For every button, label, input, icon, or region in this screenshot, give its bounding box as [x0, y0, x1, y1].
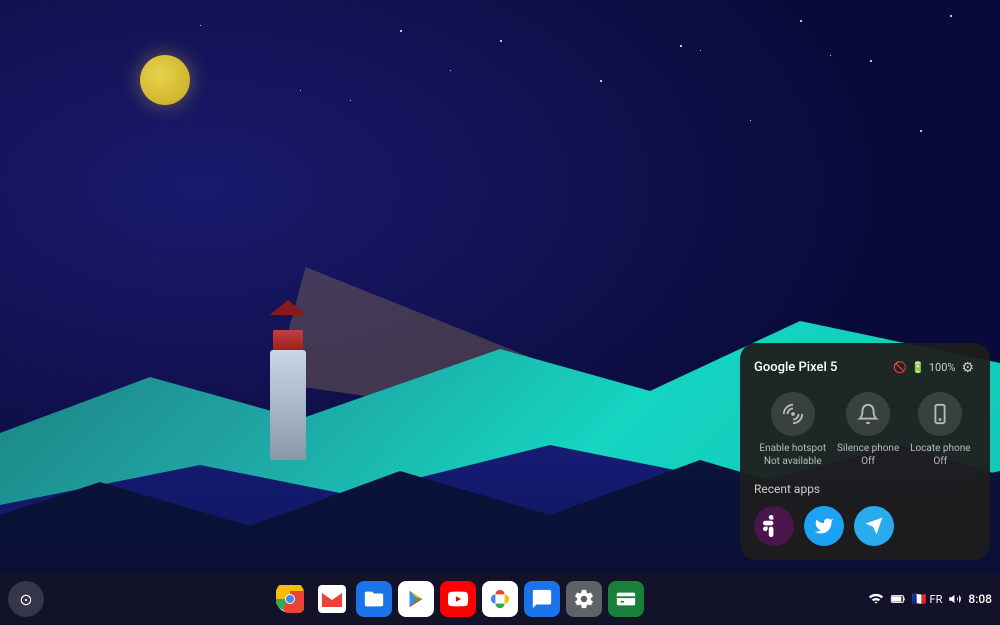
tray-wifi[interactable]	[868, 591, 884, 607]
recent-apps-label: Recent apps	[754, 482, 976, 496]
recent-app-slack[interactable]	[754, 506, 794, 546]
battery-percent: 100%	[929, 361, 956, 374]
silence-icon	[846, 392, 890, 436]
tray-language[interactable]: 🇫🇷 FR	[912, 592, 943, 606]
hotspot-icon	[771, 392, 815, 436]
tray-flag: 🇫🇷	[912, 592, 927, 606]
locate-icon	[918, 392, 962, 436]
launcher-button[interactable]: ⊙	[8, 581, 44, 617]
lighthouse	[270, 315, 306, 460]
hotspot-label: Enable hotspot Not available	[759, 442, 826, 468]
hotspot-action[interactable]: Enable hotspot Not available	[759, 392, 826, 468]
quick-actions: Enable hotspot Not available Silence pho…	[754, 392, 976, 468]
recent-app-telegram[interactable]	[854, 506, 894, 546]
wifi-icon	[868, 591, 884, 607]
tray-volume[interactable]	[948, 592, 962, 606]
recent-app-twitter[interactable]	[804, 506, 844, 546]
silence-action[interactable]: Silence phone Off	[837, 392, 899, 468]
tray-battery[interactable]	[890, 591, 906, 607]
taskbar-app-photos[interactable]	[482, 581, 518, 617]
locate-action[interactable]: Locate phone Off	[910, 392, 970, 468]
locate-label: Locate phone Off	[910, 442, 970, 468]
taskbar-app-youtube[interactable]	[440, 581, 476, 617]
taskbar: ⊙	[0, 573, 1000, 625]
device-name: Google Pixel 5	[754, 360, 837, 375]
battery-icon: 🔋	[911, 361, 925, 374]
taskbar-app-play[interactable]	[398, 581, 434, 617]
taskbar-apps	[52, 581, 864, 617]
status-icons: 🚫 🔋 100% ⚙	[893, 357, 976, 378]
taskbar-app-finance[interactable]	[608, 581, 644, 617]
phone-panel: Google Pixel 5 🚫 🔋 100% ⚙ Enable hotspot…	[740, 343, 990, 560]
tray-time[interactable]: 8:08	[968, 592, 992, 606]
taskbar-app-settings[interactable]	[566, 581, 602, 617]
system-tray: 🇫🇷 FR 8:08	[868, 591, 992, 607]
panel-settings-button[interactable]: ⚙	[959, 357, 976, 378]
silence-label: Silence phone Off	[837, 442, 899, 468]
volume-icon	[948, 592, 962, 606]
panel-header: Google Pixel 5 🚫 🔋 100% ⚙	[754, 357, 976, 378]
taskbar-app-files[interactable]	[356, 581, 392, 617]
tray-lang: FR	[930, 593, 943, 606]
recent-apps-row	[754, 506, 976, 546]
taskbar-app-chrome[interactable]	[272, 581, 308, 617]
moon	[140, 55, 190, 105]
taskbar-app-gmail[interactable]	[314, 581, 350, 617]
taskbar-app-messages[interactable]	[524, 581, 560, 617]
tray-battery-icon	[890, 591, 906, 607]
sim-icon: 🚫	[893, 361, 907, 374]
